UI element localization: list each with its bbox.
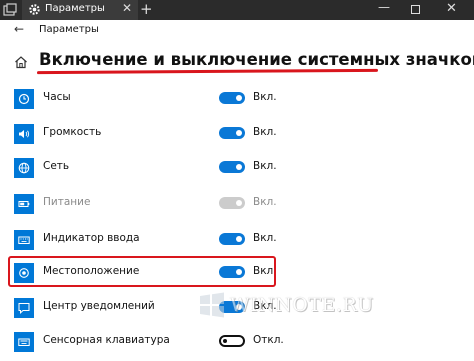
tab-close-button[interactable]: ✕ [122, 1, 132, 15]
volume-toggle[interactable] [219, 127, 245, 139]
network-icon [14, 158, 34, 178]
setting-label: Часы [43, 91, 71, 103]
home-icon[interactable] [14, 55, 28, 69]
windows-logo-icon [200, 292, 224, 318]
toggle-state: Вкл. [253, 126, 277, 138]
page-title: Включение и выключение системных значков [39, 50, 474, 69]
minimize-button[interactable]: — [378, 0, 390, 14]
watermark-text: WINNOTE.RU [230, 294, 374, 316]
tab-settings[interactable]: Параметры ✕ [22, 0, 138, 20]
setting-row-power: Питание Вкл. [0, 192, 474, 226]
location-highlight-annotation [8, 256, 276, 287]
setting-row-clock: Часы Вкл. [0, 87, 474, 121]
keyboard-icon [14, 230, 34, 250]
power-toggle [219, 197, 245, 209]
clock-toggle[interactable] [219, 92, 245, 104]
tab-title: Параметры [45, 3, 105, 14]
setting-label: Питание [43, 196, 91, 208]
clock-icon [14, 89, 34, 109]
gear-icon [29, 4, 40, 15]
watermark: WINNOTE.RU [198, 288, 373, 338]
setting-label: Громкость [43, 126, 102, 138]
setting-label: Сенсорная клавиатура [43, 334, 170, 346]
task-view-icon[interactable] [2, 2, 18, 18]
title-bar: Параметры ✕ + — ✕ [0, 0, 474, 20]
action-center-icon [14, 298, 34, 318]
setting-label: Индикатор ввода [43, 232, 140, 244]
input-indicator-toggle[interactable] [219, 233, 245, 245]
setting-row-network: Сеть Вкл. [0, 156, 474, 190]
toggle-state: Вкл. [253, 160, 277, 172]
back-arrow-icon[interactable]: ← [14, 22, 24, 36]
setting-row-volume: Громкость Вкл. [0, 122, 474, 156]
volume-icon [14, 124, 34, 144]
network-toggle[interactable] [219, 161, 245, 173]
close-button[interactable]: ✕ [446, 1, 457, 16]
toggle-state: Вкл. [253, 196, 277, 208]
toggle-state: Вкл. [253, 232, 277, 244]
setting-label: Сеть [43, 160, 70, 172]
battery-icon [14, 194, 34, 214]
title-underline-annotation [36, 68, 379, 75]
touch-keyboard-icon [14, 332, 34, 352]
maximize-button[interactable] [411, 5, 420, 14]
app-title: Параметры [39, 24, 99, 35]
toggle-state: Вкл. [253, 91, 277, 103]
setting-label: Центр уведомлений [43, 300, 155, 312]
new-tab-button[interactable]: + [140, 0, 153, 18]
